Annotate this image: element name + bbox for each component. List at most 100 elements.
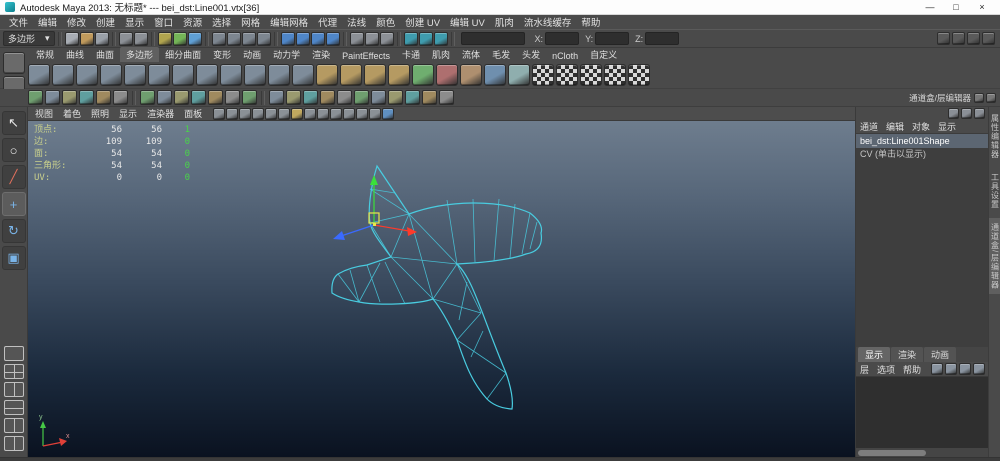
- mask-joints-icon[interactable]: [227, 32, 241, 46]
- shelf-tab-surfaces[interactable]: 曲面: [90, 47, 120, 62]
- layer-list[interactable]: [856, 376, 988, 448]
- isolate-select-icon[interactable]: [382, 108, 394, 120]
- boolean-difference-icon[interactable]: [388, 64, 410, 86]
- channel-edit-icon[interactable]: [974, 108, 985, 119]
- menu-assets[interactable]: 资源: [178, 15, 207, 29]
- custom-shelf-icon-22[interactable]: [405, 90, 420, 105]
- poly-cube-icon[interactable]: [52, 64, 74, 86]
- snap-curve-icon[interactable]: [296, 32, 310, 46]
- custom-shelf-icon-3[interactable]: [62, 90, 77, 105]
- lasso-select-tool[interactable]: ○: [2, 138, 26, 162]
- selected-object-name[interactable]: bei_dst:Line001Shape: [856, 134, 988, 148]
- shelf-tab-fluids[interactable]: 流体: [456, 47, 486, 62]
- custom-shelf-icon-11[interactable]: [208, 90, 223, 105]
- grid-toggle-icon[interactable]: [304, 108, 316, 120]
- manipulator-z-arrowhead[interactable]: [333, 231, 345, 240]
- collapse-panel-icon[interactable]: [986, 93, 996, 103]
- snap-plane-icon[interactable]: [326, 32, 340, 46]
- custom-shelf-icon-2[interactable]: [45, 90, 60, 105]
- custom-shelf-icon-8[interactable]: [157, 90, 172, 105]
- render-current-frame-icon[interactable]: [404, 32, 418, 46]
- menu-create-uv[interactable]: 创建 UV: [400, 15, 445, 29]
- panel-menu-panels[interactable]: 面板: [179, 107, 207, 120]
- toggle-attribute-editor-icon[interactable]: [937, 32, 950, 45]
- shelf-tab-fur[interactable]: 毛发: [486, 47, 516, 62]
- viewport-3d-view[interactable]: y x 顶点:56561边:1091090面:54540三角形:54540UV:…: [28, 121, 855, 457]
- toggle-tool-settings-icon[interactable]: [952, 32, 965, 45]
- select-component-icon[interactable]: [188, 32, 202, 46]
- menu-select[interactable]: 选择: [207, 15, 236, 29]
- poly-pyramid-icon[interactable]: [196, 64, 218, 86]
- sidebar-tab-channel-box[interactable]: 通道盒/层编辑器: [989, 218, 1000, 294]
- selected-vertex[interactable]: [373, 223, 376, 226]
- panel-menu-renderer[interactable]: 渲染器: [142, 107, 179, 120]
- menu-window[interactable]: 窗口: [149, 15, 178, 29]
- mask-handles-icon[interactable]: [212, 32, 226, 46]
- append-polygon-icon[interactable]: [508, 64, 530, 86]
- snap-grid-icon[interactable]: [281, 32, 295, 46]
- custom-shelf-icon-1[interactable]: [28, 90, 43, 105]
- cv-display-hint[interactable]: CV (单击以显示): [856, 148, 988, 161]
- custom-shelf-icon-12[interactable]: [225, 90, 240, 105]
- shelf-tab-ncloth[interactable]: nCloth: [546, 50, 584, 62]
- bookmark-icon[interactable]: [252, 108, 264, 120]
- custom-shelf-icon-16[interactable]: [303, 90, 318, 105]
- shelf-tab-muscle[interactable]: 肌肉: [426, 47, 456, 62]
- quick-selection-input[interactable]: [461, 32, 525, 45]
- layers-menu[interactable]: 层: [856, 363, 873, 376]
- uv-cylindrical-mapping-icon[interactable]: [556, 64, 578, 86]
- menu-edit-mesh[interactable]: 编辑网格: [265, 15, 313, 29]
- manipulator-x-arrowhead[interactable]: [407, 227, 417, 236]
- layer-options-icon[interactable]: [973, 363, 985, 375]
- menu-color[interactable]: 颜色: [371, 15, 400, 29]
- manipulator-z-axis[interactable]: [341, 225, 374, 236]
- menu-proxy[interactable]: 代理: [313, 15, 342, 29]
- smooth-icon[interactable]: [412, 64, 434, 86]
- x-coordinate-input[interactable]: [545, 32, 579, 45]
- select-tool[interactable]: ↖: [2, 111, 26, 135]
- new-render-layer-icon[interactable]: [959, 363, 971, 375]
- layout-three-pane-split[interactable]: [4, 418, 24, 433]
- mask-curves-icon[interactable]: [242, 32, 256, 46]
- panel-menu-show[interactable]: 显示: [114, 107, 142, 120]
- poly-cone-icon[interactable]: [100, 64, 122, 86]
- snap-point-icon[interactable]: [311, 32, 325, 46]
- layers-help-menu[interactable]: 帮助: [899, 363, 925, 376]
- toggle-panel-layout-icon[interactable]: [982, 32, 995, 45]
- custom-shelf-icon-23[interactable]: [422, 90, 437, 105]
- layer-tab-render[interactable]: 渲染: [891, 347, 923, 362]
- panel-menu-lighting[interactable]: 照明: [86, 107, 114, 120]
- poly-plane-icon[interactable]: [124, 64, 146, 86]
- shelf-selector-icon[interactable]: [3, 52, 25, 74]
- sidebar-tab-attribute-editor[interactable]: 属性编辑器: [989, 109, 1000, 164]
- custom-shelf-icon-7[interactable]: [140, 90, 155, 105]
- image-plane-icon[interactable]: [265, 108, 277, 120]
- film-gate-icon[interactable]: [317, 108, 329, 120]
- shelf-tab-hair[interactable]: 头发: [516, 47, 546, 62]
- safe-action-icon[interactable]: [369, 108, 381, 120]
- menu-help[interactable]: 帮助: [576, 15, 605, 29]
- layout-single-pane[interactable]: [4, 346, 24, 361]
- channel-box-menu-channels[interactable]: 通道: [856, 120, 882, 133]
- poly-helix-icon[interactable]: [244, 64, 266, 86]
- menu-mesh[interactable]: 网格: [236, 15, 265, 29]
- field-chart-icon[interactable]: [356, 108, 368, 120]
- shelf-tab-polygons[interactable]: 多边形: [120, 47, 159, 62]
- poly-platonic-icon[interactable]: [292, 64, 314, 86]
- custom-shelf-icon-15[interactable]: [286, 90, 301, 105]
- custom-shelf-icon-24[interactable]: [439, 90, 454, 105]
- new-empty-layer-icon[interactable]: [931, 363, 943, 375]
- custom-shelf-icon-10[interactable]: [191, 90, 206, 105]
- bridge-icon[interactable]: [484, 64, 506, 86]
- layout-outliner-persp[interactable]: [4, 436, 24, 451]
- uv-spherical-mapping-icon[interactable]: [580, 64, 602, 86]
- scale-tool[interactable]: ▣: [2, 246, 26, 270]
- custom-shelf-icon-19[interactable]: [354, 90, 369, 105]
- manipulator-y-arrowhead[interactable]: [370, 175, 378, 185]
- menu-modify[interactable]: 修改: [62, 15, 91, 29]
- channel-box-menu-object[interactable]: 对象: [908, 120, 934, 133]
- boolean-union-icon[interactable]: [364, 64, 386, 86]
- panel-menu-shading[interactable]: 着色: [58, 107, 86, 120]
- z-coordinate-input[interactable]: [645, 32, 679, 45]
- menu-create[interactable]: 创建: [91, 15, 120, 29]
